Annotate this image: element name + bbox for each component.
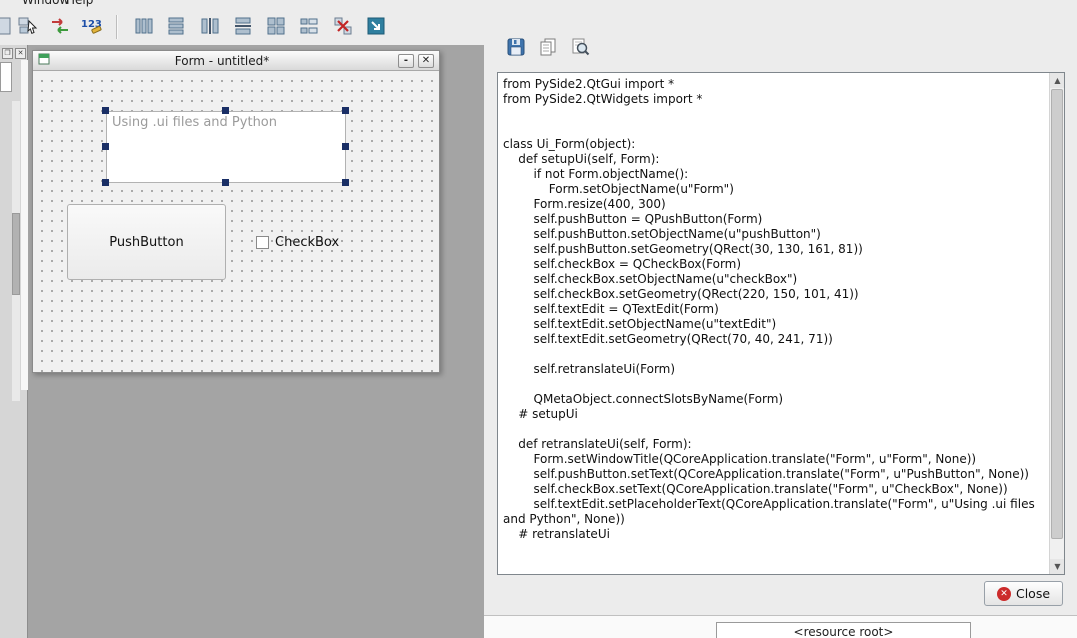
lay-out-horizontally-icon <box>133 15 155 40</box>
toolbar-layout-horizontal-button[interactable] <box>130 13 158 41</box>
lay-out-vertically-in-splitter-icon <box>232 15 254 40</box>
toolbar-adjust-size-button[interactable] <box>362 13 390 41</box>
copy-icon <box>537 36 559 61</box>
edit-widgets-icon <box>17 15 39 40</box>
toolbar-layout-horizontal-splitter-button[interactable] <box>196 13 224 41</box>
selection-handle-top-left[interactable] <box>102 107 109 114</box>
qt-designer-window: Window Help 123 ❐ <box>0 0 1077 638</box>
textedit-placeholder: Using .ui files and Python <box>112 115 277 130</box>
selection-handle-top-right[interactable] <box>342 107 349 114</box>
toolbar-separator <box>116 15 118 39</box>
toolbar-break-layout-button[interactable] <box>329 13 357 41</box>
widget-box-icon <box>0 15 13 40</box>
dock-scrollbar-track[interactable] <box>12 101 20 401</box>
lay-out-vertically-icon <box>165 15 187 40</box>
close-button[interactable]: ✕ Close <box>984 581 1063 606</box>
code-save-button[interactable] <box>504 36 528 60</box>
form-canvas[interactable]: Using .ui files and Python PushButton Ch… <box>33 72 439 372</box>
form-window-titlebar[interactable]: Form - untitled* - ✕ <box>33 51 439 71</box>
toolbar-layout-vertical-button[interactable] <box>162 13 190 41</box>
form-editor-window[interactable]: Form - untitled* - ✕ Using .ui files and… <box>32 50 440 373</box>
code-preview-panel: from PySide2.QtGui import * from PySide2… <box>484 0 1077 615</box>
pushbutton-widget[interactable]: PushButton <box>67 204 226 280</box>
selection-handle-bottom-left[interactable] <box>102 179 109 186</box>
generated-python-code: from PySide2.QtGui import * from PySide2… <box>498 73 1064 546</box>
save-icon <box>505 36 527 61</box>
resource-root-item[interactable]: <resource root> <box>716 622 971 638</box>
selection-handle-top-mid[interactable] <box>222 107 229 114</box>
edit-tab-order-icon: 123 <box>80 15 104 40</box>
dock-scrollbar-thumb[interactable] <box>12 213 20 295</box>
toolbar-layout-vertical-splitter-button[interactable] <box>229 13 257 41</box>
toolbar-edit-tab-order-button[interactable]: 123 <box>78 13 106 41</box>
mdi-workspace: ❐ ✕ Form - untitled* - ✕ Using .ui files… <box>0 45 484 638</box>
code-view[interactable]: from PySide2.QtGui import * from PySide2… <box>497 72 1065 575</box>
checkbox-label: CheckBox <box>275 235 339 250</box>
selection-handle-mid-right[interactable] <box>342 143 349 150</box>
break-layout-icon <box>332 15 354 40</box>
lay-out-in-grid-icon <box>265 15 287 40</box>
dock-list-fragment <box>0 62 12 92</box>
dock-panel-fragment <box>21 60 28 390</box>
toolbar-layout-form-button[interactable] <box>295 13 323 41</box>
menu-help[interactable]: Help <box>66 0 93 7</box>
scroll-up-arrow[interactable]: ▲ <box>1050 73 1065 88</box>
menu-window[interactable]: Window <box>22 0 69 7</box>
dock-close-button[interactable]: ✕ <box>15 48 26 59</box>
lay-out-horizontally-in-splitter-icon <box>199 15 221 40</box>
checkbox-widget[interactable]: CheckBox <box>256 235 339 250</box>
dock-float-button[interactable]: ❐ <box>2 48 13 59</box>
find-icon <box>569 36 591 61</box>
code-scrollbar[interactable]: ▲ ▼ <box>1049 73 1064 574</box>
form-window-icon <box>38 53 50 68</box>
left-dock-fragment: ❐ ✕ <box>0 45 28 638</box>
code-find-button[interactable] <box>568 36 592 60</box>
selection-handle-bottom-right[interactable] <box>342 179 349 186</box>
lay-out-in-form-layout-icon <box>298 15 320 40</box>
scroll-down-arrow[interactable]: ▼ <box>1050 559 1065 574</box>
adjust-size-icon <box>365 15 387 40</box>
selection-handle-bottom-mid[interactable] <box>222 179 229 186</box>
close-button-label: Close <box>1016 586 1050 601</box>
selection-handle-mid-left[interactable] <box>102 143 109 150</box>
toolbar-edit-signals-slots-button[interactable] <box>46 13 74 41</box>
edit-signals-slots-icon <box>49 15 71 40</box>
close-window-button[interactable]: ✕ <box>418 54 434 68</box>
resource-browser-fragment: <resource root> <box>484 615 1077 638</box>
toolbar-edit-widgets-button[interactable] <box>14 13 42 41</box>
checkbox-indicator[interactable] <box>256 236 269 249</box>
close-red-icon: ✕ <box>997 587 1011 601</box>
toolbar-layout-grid-button[interactable] <box>262 13 290 41</box>
code-copy-button[interactable] <box>536 36 560 60</box>
textedit-widget[interactable]: Using .ui files and Python <box>106 111 346 183</box>
code-scrollbar-thumb[interactable] <box>1051 89 1063 539</box>
form-window-title: Form - untitled* <box>50 54 394 68</box>
minimize-button[interactable]: - <box>398 54 414 68</box>
